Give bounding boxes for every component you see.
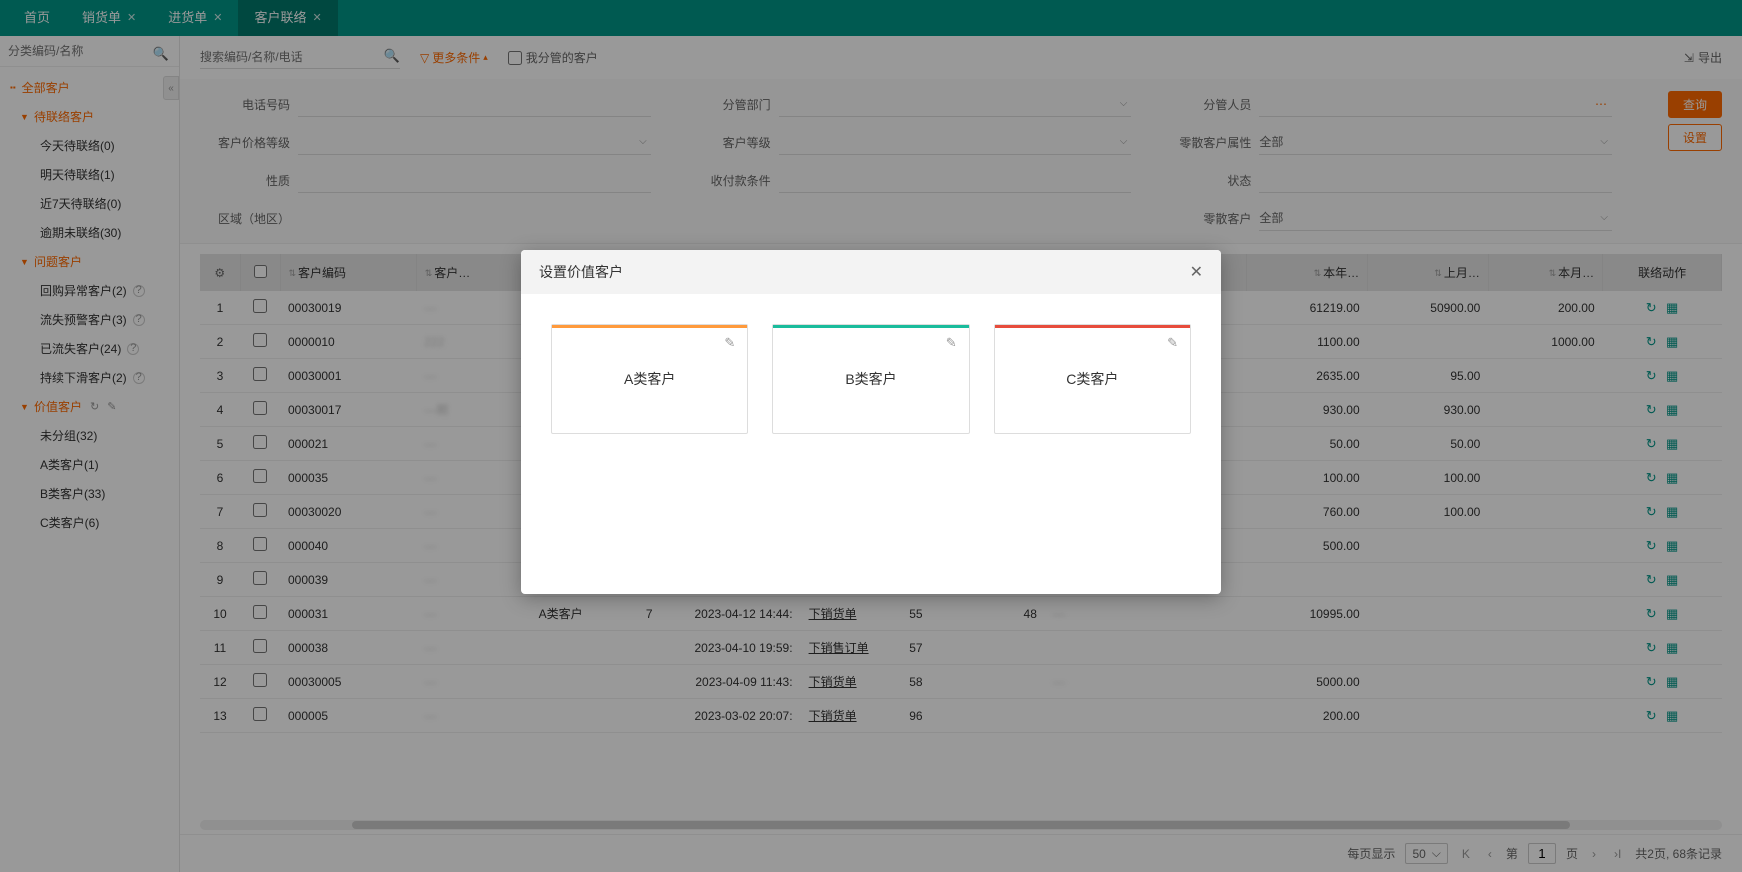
- card-accent-bar: [995, 325, 1190, 328]
- category-card-b[interactable]: ✎ B类客户: [772, 324, 969, 434]
- modal-overlay[interactable]: 设置价值客户 ✕ ✎ A类客户 ✎ B类客户 ✎ C类客户: [0, 0, 1742, 872]
- edit-icon[interactable]: ✎: [724, 335, 735, 351]
- card-label: C类客户: [1066, 369, 1118, 389]
- card-accent-bar: [773, 325, 968, 328]
- modal-close-button[interactable]: ✕: [1190, 262, 1203, 282]
- value-customer-modal: 设置价值客户 ✕ ✎ A类客户 ✎ B类客户 ✎ C类客户: [521, 250, 1221, 594]
- category-card-a[interactable]: ✎ A类客户: [551, 324, 748, 434]
- card-accent-bar: [552, 325, 747, 328]
- card-label: A类客户: [624, 369, 675, 389]
- modal-title: 设置价值客户: [539, 262, 623, 282]
- category-card-c[interactable]: ✎ C类客户: [994, 324, 1191, 434]
- modal-body: ✎ A类客户 ✎ B类客户 ✎ C类客户: [521, 294, 1221, 594]
- edit-icon[interactable]: ✎: [1167, 335, 1178, 351]
- modal-header: 设置价值客户 ✕: [521, 250, 1221, 294]
- card-label: B类客户: [845, 369, 896, 389]
- edit-icon[interactable]: ✎: [946, 335, 957, 351]
